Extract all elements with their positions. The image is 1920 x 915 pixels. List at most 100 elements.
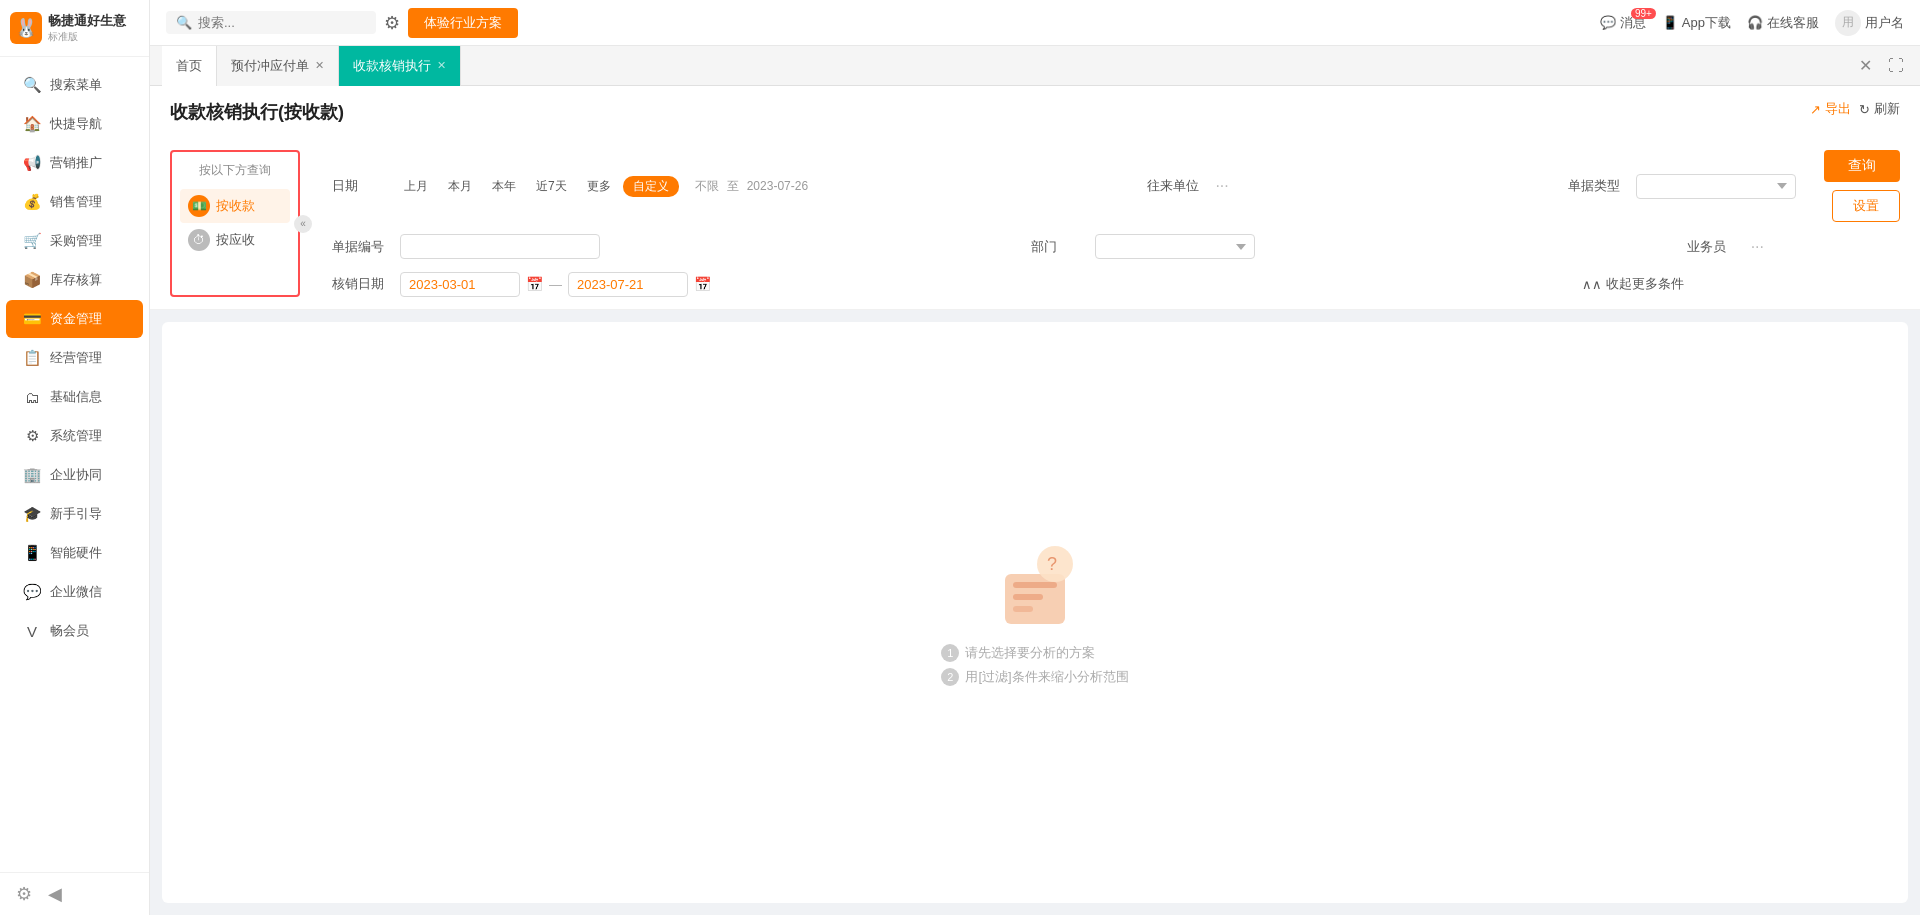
sidebar-item-basic[interactable]: 🗂 基础信息: [6, 378, 143, 416]
dept-select[interactable]: [1095, 234, 1255, 259]
filter-main: 日期 上月 本月 本年 近7天 更多 自定义 不限 至 2023-07-26: [316, 150, 1900, 297]
empty-tips: 1 请先选择要分析的方案 2 用[过滤]条件来缩小分析范围: [941, 644, 1128, 692]
message-btn[interactable]: 💬 消息 99+: [1600, 14, 1646, 32]
sidebar-item-marketing[interactable]: 📢 营销推广: [6, 144, 143, 182]
tab-writeoff[interactable]: 收款核销执行 ✕: [339, 46, 461, 86]
bill-no-input[interactable]: [400, 234, 600, 259]
corp-icon: 🏢: [22, 466, 42, 484]
user-menu[interactable]: 用 用户名: [1835, 10, 1904, 36]
sidebar-item-operation[interactable]: 📋 经营管理: [6, 339, 143, 377]
calendar-to-icon[interactable]: 📅: [694, 276, 711, 292]
wecom-icon: 💬: [22, 583, 42, 601]
date-tab-last-month[interactable]: 上月: [396, 176, 436, 197]
filter-row-billno: 单据编号 部门 业务员 ···: [332, 234, 1900, 259]
empty-state: ? 1 请先选择要分析的方案 2 用[过滤]条件来缩小分析范围: [162, 322, 1908, 903]
sidebar-item-vip[interactable]: V 畅会员: [6, 612, 143, 650]
tabbar-actions: ✕ ⛶: [1855, 52, 1908, 79]
system-icon: ⚙: [22, 427, 42, 445]
empty-illustration: ?: [985, 534, 1085, 634]
date-tab-this-month[interactable]: 本月: [440, 176, 480, 197]
date-tab-this-year[interactable]: 本年: [484, 176, 524, 197]
svg-rect-3: [1013, 606, 1033, 612]
expand-tab-icon[interactable]: ⛶: [1884, 53, 1908, 79]
svg-rect-2: [1013, 594, 1043, 600]
more-conditions-btn[interactable]: ∧∧ 收起更多条件: [1582, 271, 1684, 297]
sidebar-item-inventory[interactable]: 📦 库存核算: [6, 261, 143, 299]
date-range-display: 不限 至 2023-07-26: [695, 178, 808, 195]
app-download-btn[interactable]: 📱 App下载: [1662, 14, 1731, 32]
receipt-icon: 💵: [188, 195, 210, 217]
online-service-btn[interactable]: 🎧 在线客服: [1747, 14, 1819, 32]
filter-collapse-btn[interactable]: «: [294, 215, 312, 233]
date-tab-7days[interactable]: 近7天: [528, 176, 575, 197]
query-btn[interactable]: 查询: [1824, 150, 1900, 182]
close-tab-prepay-icon[interactable]: ✕: [315, 59, 324, 72]
writeoff-date-to-input[interactable]: [568, 272, 688, 297]
marketing-icon: 📢: [22, 154, 42, 172]
date-tab-more[interactable]: 更多: [579, 176, 619, 197]
empty-tip-row-1: 1 请先选择要分析的方案: [941, 644, 1128, 662]
bill-type-select[interactable]: [1636, 174, 1796, 199]
sidebar-nav: 🔍 搜索菜单 🏠 快捷导航 📢 营销推广 💰 销售管理 🛒 采购管理 📦 库存核…: [0, 57, 149, 872]
hardware-icon: 📱: [22, 544, 42, 562]
writeoff-date-from-input[interactable]: [400, 272, 520, 297]
search-icon: 🔍: [22, 76, 42, 94]
counterpart-label: 往来单位: [1147, 177, 1199, 195]
topbar-gear-icon[interactable]: ⚙: [384, 12, 400, 34]
message-icon: 💬: [1600, 15, 1616, 30]
filter-area: 按以下方查询 💵 按收款 ⏱ 按应收 « 日期 上月 本月: [150, 138, 1920, 310]
sidebar-item-corp[interactable]: 🏢 企业协同: [6, 456, 143, 494]
filter-row-writeoff-date: 核销日期 📅 — 📅 ∧∧ 收起更多条件: [332, 271, 1900, 297]
settings-bottom-icon[interactable]: ⚙: [16, 883, 32, 905]
bill-type-label: 单据类型: [1568, 177, 1620, 195]
calendar-from-icon[interactable]: 📅: [526, 276, 543, 292]
date-tabs: 上月 本月 本年 近7天 更多 自定义: [396, 176, 679, 197]
page-title: 收款核销执行(按收款): [170, 100, 344, 138]
avatar: 用: [1835, 10, 1861, 36]
topbar: 🔍 ⚙ 体验行业方案 💬 消息 99+ 📱 App下载 🎧 在线客服 用: [150, 0, 1920, 46]
receivable-icon: ⏱: [188, 229, 210, 251]
date-tab-custom[interactable]: 自定义: [623, 176, 679, 197]
dept-label: 部门: [1031, 238, 1079, 256]
sidebar-bottom: ⚙ ◀: [0, 872, 149, 915]
export-btn[interactable]: ↗ 导出: [1810, 100, 1851, 118]
topbar-search-input[interactable]: [198, 15, 366, 30]
sidebar-item-purchase[interactable]: 🛒 采购管理: [6, 222, 143, 260]
tab-prepay[interactable]: 预付冲应付单 ✕: [217, 46, 339, 86]
refresh-btn[interactable]: ↻ 刷新: [1859, 100, 1900, 118]
filter-option-by-receipt[interactable]: 💵 按收款: [180, 189, 290, 223]
sidebar-item-sales[interactable]: 💰 销售管理: [6, 183, 143, 221]
topbar-search-area[interactable]: 🔍: [166, 11, 376, 34]
sidebar-item-wecom[interactable]: 💬 企业微信: [6, 573, 143, 611]
guide-icon: 🎓: [22, 505, 42, 523]
operation-icon: 📋: [22, 349, 42, 367]
staff-label: 业务员: [1687, 238, 1735, 256]
topbar-right: 💬 消息 99+ 📱 App下载 🎧 在线客服 用 用户名: [1600, 10, 1904, 36]
purchase-icon: 🛒: [22, 232, 42, 250]
filter-sidebar-title: 按以下方查询: [180, 162, 290, 179]
sidebar: 🐰 畅捷通好生意 标准版 🔍 搜索菜单 🏠 快捷导航 📢 营销推广 💰 销售管理…: [0, 0, 150, 915]
settings-btn[interactable]: 设置: [1832, 190, 1900, 222]
filter-option-by-receivable[interactable]: ⏱ 按应收: [180, 223, 290, 257]
page-header-actions: ↗ 导出 ↻ 刷新: [1810, 100, 1900, 118]
sidebar-item-system[interactable]: ⚙ 系统管理: [6, 417, 143, 455]
tab-home[interactable]: 首页: [162, 46, 217, 86]
sidebar-item-guide[interactable]: 🎓 新手引导: [6, 495, 143, 533]
sidebar-item-hardware[interactable]: 📱 智能硬件: [6, 534, 143, 572]
query-actions: 查询 设置: [1812, 150, 1900, 222]
sidebar-item-search[interactable]: 🔍 搜索菜单: [6, 66, 143, 104]
close-tab-action-icon[interactable]: ✕: [1855, 52, 1876, 79]
basic-icon: 🗂: [22, 389, 42, 406]
sidebar-item-finance[interactable]: 💳 资金管理: [6, 300, 143, 338]
sidebar-item-quicknav[interactable]: 🏠 快捷导航: [6, 105, 143, 143]
logo-text: 畅捷通好生意 标准版: [48, 13, 126, 43]
writeoff-date-range: 📅 — 📅: [400, 272, 711, 297]
counterpart-dots: ···: [1215, 177, 1228, 195]
home-icon: 🏠: [22, 115, 42, 133]
close-tab-writeoff-icon[interactable]: ✕: [437, 59, 446, 72]
refresh-icon: ↻: [1859, 102, 1870, 117]
industry-btn[interactable]: 体验行业方案: [408, 8, 518, 38]
vip-icon: V: [22, 623, 42, 640]
collapse-sidebar-icon[interactable]: ◀: [48, 883, 62, 905]
date-label: 日期: [332, 177, 380, 195]
